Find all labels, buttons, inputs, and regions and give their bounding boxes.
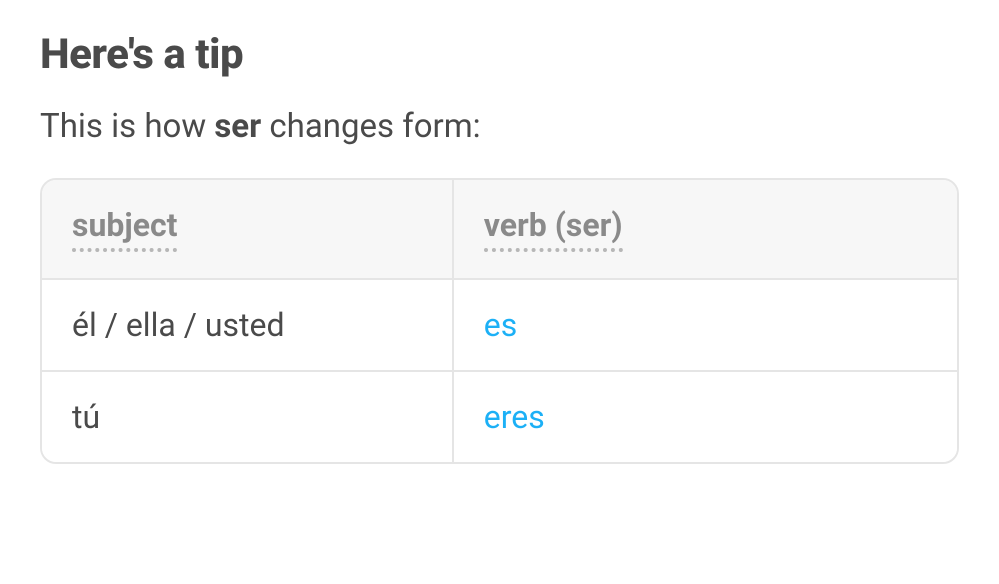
tip-title: Here's a tip (40, 30, 959, 79)
tip-description-bold: ser (214, 107, 261, 146)
conjugation-table: subject verb (ser) él / ella / usted es … (40, 178, 959, 464)
tip-description-prefix: This is how (40, 107, 214, 146)
table-header-verb-label: verb (ser) (484, 206, 623, 252)
verb-cell: es (454, 280, 957, 372)
tip-description-suffix: changes form: (261, 107, 480, 146)
table-header-subject-label: subject (72, 206, 177, 252)
table-row: él / ella / usted es (42, 280, 957, 372)
tip-description: This is how ser changes form: (40, 107, 959, 146)
table-row: tú eres (42, 372, 957, 462)
table-header-verb: verb (ser) (454, 180, 957, 280)
verb-cell: eres (454, 372, 957, 462)
subject-cell: él / ella / usted (42, 280, 454, 372)
table-header-subject: subject (42, 180, 454, 280)
subject-cell: tú (42, 372, 454, 462)
